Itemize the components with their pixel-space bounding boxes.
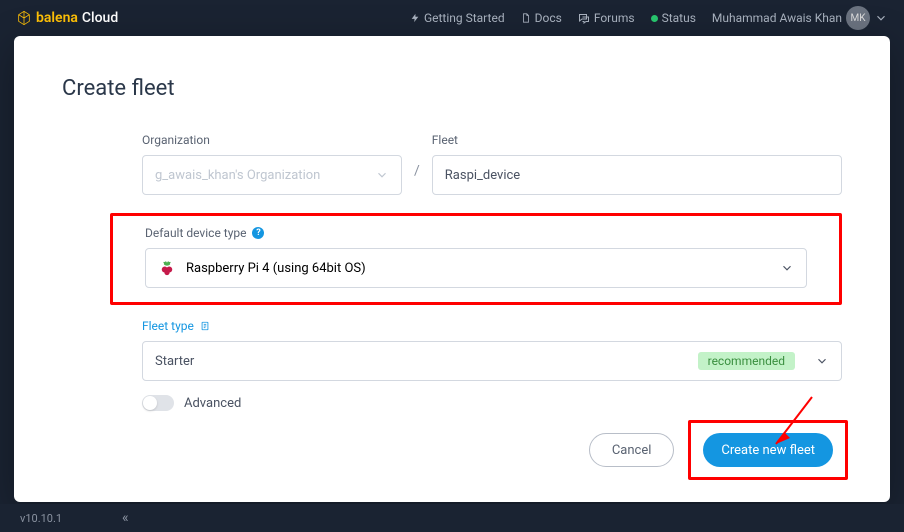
device-type-highlight: Default device type ? Raspberry Pi 4 (us… — [110, 213, 842, 305]
version-label: v10.10.1 — [20, 512, 62, 525]
create-new-fleet-button[interactable]: Create new fleet — [703, 433, 833, 467]
create-button-highlight: Create new fleet — [688, 420, 848, 480]
organization-label: Organization — [142, 133, 402, 147]
chevron-down-icon — [780, 261, 794, 275]
version-bar: v10.10.1 « — [0, 504, 904, 532]
org-fleet-row: Organization g_awais_khan's Organization… — [142, 133, 842, 195]
recommended-badge: recommended — [698, 352, 795, 370]
fleet-type-select[interactable]: Starter recommended — [142, 341, 842, 381]
info-doc-icon[interactable] — [200, 320, 210, 332]
brand-logo[interactable]: balenaCloud — [16, 10, 118, 26]
document-icon — [521, 12, 531, 24]
organization-value: g_awais_khan's Organization — [155, 168, 320, 183]
fleet-type-value: Starter — [155, 354, 194, 369]
cancel-button[interactable]: Cancel — [589, 433, 675, 467]
user-name: Muhammad Awais Khan — [712, 11, 842, 25]
raspberry-pi-icon — [158, 259, 176, 277]
fleet-type-row: Fleet type Starter recommended — [142, 319, 842, 381]
chevron-down-icon — [815, 354, 829, 368]
brand-main: balena — [36, 10, 78, 26]
nav-status[interactable]: Status — [651, 11, 696, 25]
cube-icon — [16, 10, 32, 26]
chat-icon — [578, 12, 590, 24]
device-type-select[interactable]: Raspberry Pi 4 (using 64bit OS) — [145, 248, 807, 288]
modal-footer: Cancel Create new fleet — [589, 420, 848, 480]
nav-forums[interactable]: Forums — [578, 11, 635, 25]
device-type-value: Raspberry Pi 4 (using 64bit OS) — [186, 261, 366, 276]
nav-docs[interactable]: Docs — [521, 11, 562, 25]
status-dot-icon — [651, 15, 658, 22]
toggle-knob — [143, 396, 157, 410]
nav-getting-started[interactable]: Getting Started — [410, 11, 505, 25]
brand-sub: Cloud — [82, 10, 118, 26]
modal-title: Create fleet — [62, 76, 842, 101]
create-fleet-modal: Create fleet Organization g_awais_khan's… — [14, 36, 890, 502]
device-type-label: Default device type ? — [145, 226, 807, 240]
user-menu[interactable]: Muhammad Awais Khan MK — [712, 6, 888, 30]
organization-select[interactable]: g_awais_khan's Organization — [142, 155, 402, 195]
fleet-type-label: Fleet type — [142, 319, 842, 333]
collapse-icon[interactable]: « — [122, 510, 129, 526]
help-icon[interactable]: ? — [252, 227, 264, 239]
avatar: MK — [846, 6, 870, 30]
top-navigation-bar: balenaCloud Getting Started Docs Forums … — [0, 0, 904, 36]
advanced-toggle[interactable] — [142, 395, 174, 411]
chevron-down-icon — [874, 11, 888, 25]
fleet-name-value: Raspi_device — [445, 168, 520, 183]
path-separator: / — [402, 133, 432, 179]
fleet-name-input[interactable]: Raspi_device — [432, 155, 842, 195]
bolt-icon — [410, 12, 420, 24]
chevron-down-icon — [375, 168, 389, 182]
fleet-label: Fleet — [432, 133, 842, 147]
advanced-label: Advanced — [184, 396, 241, 411]
advanced-toggle-row: Advanced — [142, 395, 842, 411]
